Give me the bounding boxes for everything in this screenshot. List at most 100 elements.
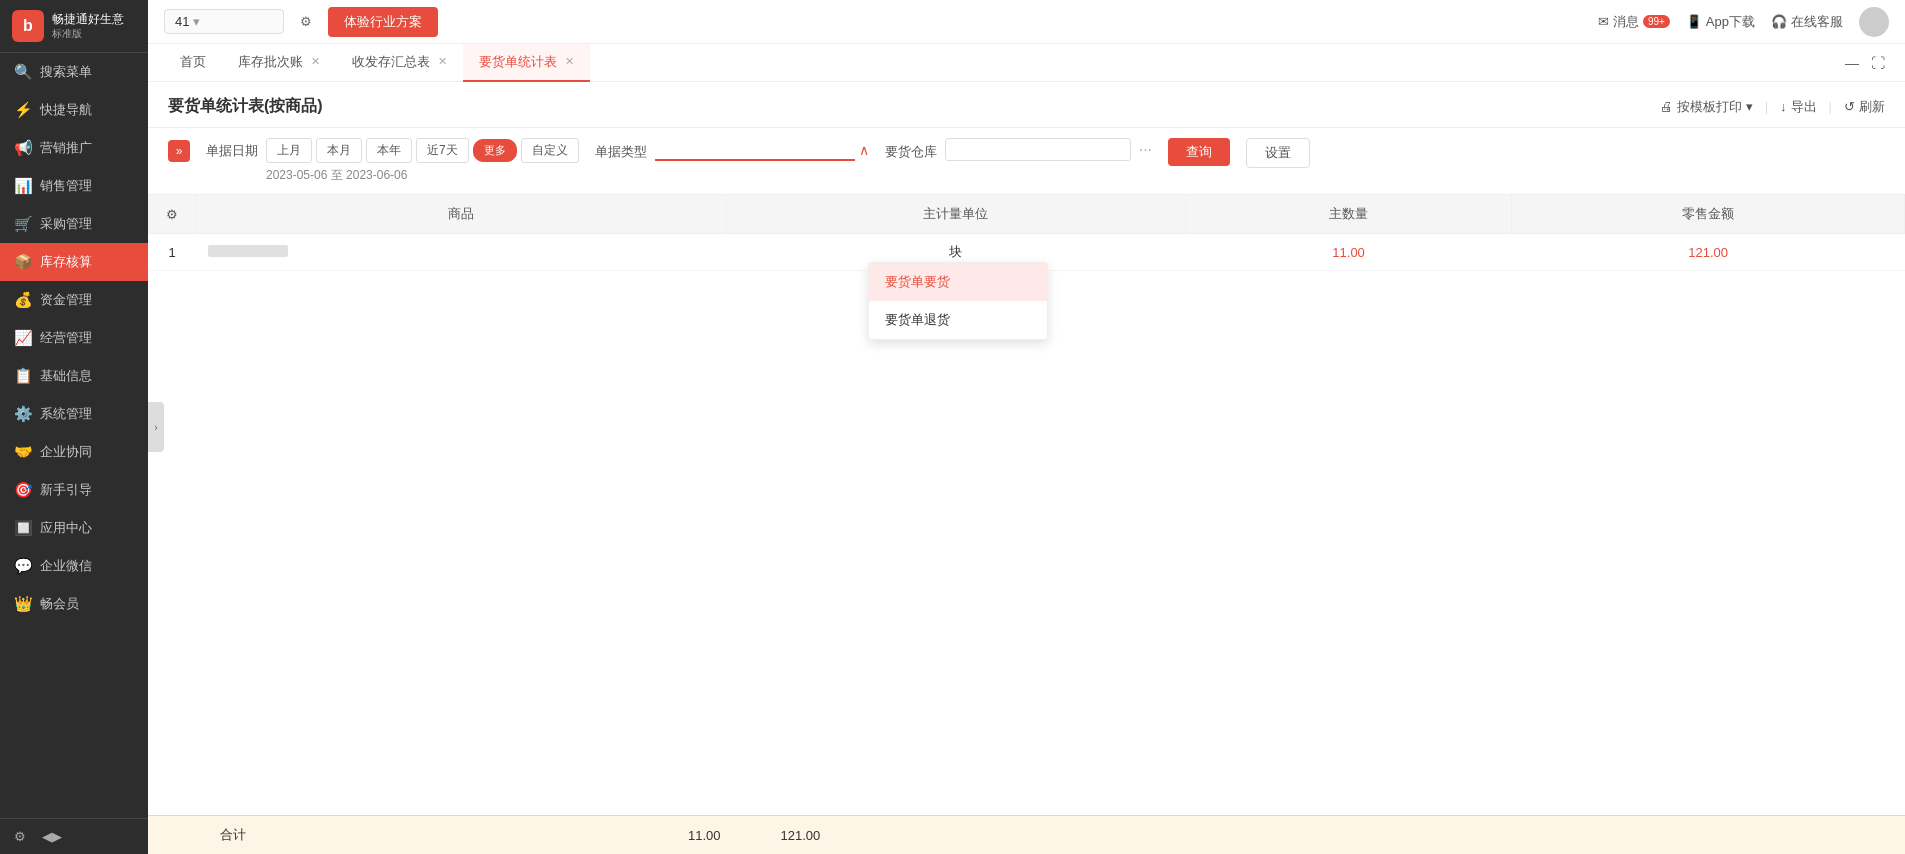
app-logo-icon: b xyxy=(12,10,44,42)
tab-order-stats-close[interactable]: ✕ xyxy=(565,55,574,68)
filter-warehouse-group: 要货仓库 ··· xyxy=(885,138,1152,161)
tab-home-label: 首页 xyxy=(180,53,206,71)
footer-quantity: 11.00 xyxy=(658,828,751,843)
sidebar-item-搜索菜单[interactable]: 🔍搜索菜单 xyxy=(0,53,148,91)
tab-inventory-batch[interactable]: 库存批次账 ✕ xyxy=(222,44,336,82)
sidebar-item-基础信息[interactable]: 📋基础信息 xyxy=(0,357,148,395)
service-icon: 🎧 xyxy=(1771,14,1787,29)
tab-minimize-btn[interactable]: — xyxy=(1841,51,1863,75)
tab-home[interactable]: 首页 xyxy=(164,44,222,82)
sidebar-item-经营管理[interactable]: 📈经营管理 xyxy=(0,319,148,357)
filter-date-group: 单据日期 上月 本月 本年 近7天 更多 自定义 2023-05-06 至 20… xyxy=(206,138,579,184)
download-icon: 📱 xyxy=(1686,14,1702,29)
topbar-gear-btn[interactable]: ⚙ xyxy=(292,8,320,36)
nav-icon: ⚡ xyxy=(14,101,32,119)
date-btn-more[interactable]: 更多 xyxy=(473,139,517,162)
row-product xyxy=(196,234,726,271)
nav-icon: 🎯 xyxy=(14,481,32,499)
sidebar-item-销售管理[interactable]: 📊销售管理 xyxy=(0,167,148,205)
nav-label: 畅会员 xyxy=(40,595,79,613)
filter-type-group: 单据类型 ∧ xyxy=(595,138,869,161)
sidebar-logo: b 畅捷通好生意 标准版 xyxy=(0,0,148,53)
filter-warehouse-input[interactable] xyxy=(945,138,1131,161)
sidebar-item-营销推广[interactable]: 📢营销推广 xyxy=(0,129,148,167)
nav-icon: 🔲 xyxy=(14,519,32,537)
dropdown-item-0[interactable]: 要货单要货 xyxy=(869,263,1047,301)
print-icon: 🖨 xyxy=(1660,99,1673,114)
tab-receipt-summary-close[interactable]: ✕ xyxy=(438,55,447,68)
online-service-btn[interactable]: 🎧 在线客服 xyxy=(1771,13,1843,31)
topbar-left: 41 ▾ ⚙ 体验行业方案 xyxy=(164,7,1586,37)
filter-settings-button[interactable]: 设置 xyxy=(1246,138,1310,168)
date-btn-this-year[interactable]: 本年 xyxy=(366,138,412,163)
user-avatar[interactable] xyxy=(1859,7,1889,37)
filter-bar: » 单据日期 上月 本月 本年 近7天 更多 自定义 2023-05-06 至 … xyxy=(148,128,1905,195)
messages-btn[interactable]: ✉ 消息 99+ xyxy=(1598,13,1670,31)
print-btn[interactable]: 🖨 按模板打印 ▾ xyxy=(1660,98,1753,116)
store-selector[interactable]: 41 ▾ xyxy=(164,9,284,34)
col-settings-icon: ⚙ xyxy=(166,207,178,222)
type-dropdown: 要货单要货 要货单退货 xyxy=(868,262,1048,340)
filter-more-dots-icon[interactable]: ··· xyxy=(1139,141,1152,159)
sidebar-item-企业微信[interactable]: 💬企业微信 xyxy=(0,547,148,585)
nav-label: 企业协同 xyxy=(40,443,92,461)
nav-icon: 🛒 xyxy=(14,215,32,233)
sidebar-item-企业协同[interactable]: 🤝企业协同 xyxy=(0,433,148,471)
nav-icon: 📦 xyxy=(14,253,32,271)
footer-amount: 121.00 xyxy=(751,828,851,843)
settings-icon[interactable]: ⚙ xyxy=(14,829,26,844)
date-btn-7days[interactable]: 近7天 xyxy=(416,138,469,163)
print-chevron-icon: ▾ xyxy=(1746,99,1753,114)
nav-label: 销售管理 xyxy=(40,177,92,195)
tabs-bar: 首页 库存批次账 ✕ 收发存汇总表 ✕ 要货单统计表 ✕ — ⛶ xyxy=(148,44,1905,82)
page-actions: 🖨 按模板打印 ▾ | ↓ 导出 | ↺ 刷新 xyxy=(1660,98,1885,116)
date-btn-last-month[interactable]: 上月 xyxy=(266,138,312,163)
filter-type-label: 单据类型 xyxy=(595,139,647,161)
topbar-right: ✉ 消息 99+ 📱 App下载 🎧 在线客服 xyxy=(1598,7,1889,37)
date-btn-custom[interactable]: 自定义 xyxy=(521,138,579,163)
sidebar-toggle-btn[interactable]: › xyxy=(148,402,164,452)
sidebar-item-系统管理[interactable]: ⚙️系统管理 xyxy=(0,395,148,433)
export-btn[interactable]: ↓ 导出 xyxy=(1780,98,1817,116)
app-download-btn[interactable]: 📱 App下载 xyxy=(1686,13,1755,31)
sidebar-item-快捷导航[interactable]: ⚡ 快捷导航 xyxy=(0,91,148,129)
filter-type-input-wrap: ∧ xyxy=(655,138,869,161)
nav-label: 快捷导航 xyxy=(40,101,92,119)
tab-receipt-summary[interactable]: 收发存汇总表 ✕ xyxy=(336,44,463,82)
sidebar-item-畅会员[interactable]: 👑畅会员 xyxy=(0,585,148,623)
date-btn-this-month[interactable]: 本月 xyxy=(316,138,362,163)
sidebar-item-采购管理[interactable]: 🛒采购管理 xyxy=(0,205,148,243)
filter-warehouse-label: 要货仓库 xyxy=(885,139,937,161)
filter-type-input[interactable] xyxy=(655,138,855,161)
filter-type-arrow-icon[interactable]: ∧ xyxy=(859,142,869,158)
tab-inventory-batch-close[interactable]: ✕ xyxy=(311,55,320,68)
tab-maximize-btn[interactable]: ⛶ xyxy=(1867,51,1889,75)
nav-label: 新手引导 xyxy=(40,481,92,499)
refresh-btn[interactable]: ↺ 刷新 xyxy=(1844,98,1885,116)
dropdown-item-1[interactable]: 要货单退货 xyxy=(869,301,1047,339)
topbar: 41 ▾ ⚙ 体验行业方案 ✉ 消息 99+ 📱 App下载 🎧 在线客服 xyxy=(148,0,1905,44)
tab-order-stats[interactable]: 要货单统计表 ✕ xyxy=(463,44,590,82)
row-quantity: 11.00 xyxy=(1185,234,1511,271)
nav-label: 应用中心 xyxy=(40,519,92,537)
nav-icon: ⚙️ xyxy=(14,405,32,423)
app-badge: 标准版 xyxy=(52,27,124,41)
footer-label: 合计 xyxy=(208,826,258,844)
sidebar-item-新手引导[interactable]: 🎯 新手引导 xyxy=(0,471,148,509)
sidebar-item-应用中心[interactable]: 🔲 应用中心 xyxy=(0,509,148,547)
col-settings[interactable]: ⚙ xyxy=(148,195,196,234)
sidebar-item-库存核算[interactable]: 📦库存核算 xyxy=(0,243,148,281)
filter-expand-btn[interactable]: » xyxy=(168,140,190,162)
date-range-display: 2023-05-06 至 2023-06-06 xyxy=(266,167,579,184)
nav-icon: 💰 xyxy=(14,291,32,309)
nav-label: 企业微信 xyxy=(40,557,92,575)
col-amount: 零售金额 xyxy=(1512,195,1905,234)
page-title: 要货单统计表(按商品) xyxy=(168,96,323,117)
query-button[interactable]: 查询 xyxy=(1168,138,1230,166)
col-product: 商品 xyxy=(196,195,726,234)
promo-button[interactable]: 体验行业方案 xyxy=(328,7,438,37)
sidebar-item-资金管理[interactable]: 💰资金管理 xyxy=(0,281,148,319)
sidebar-collapse-btn[interactable]: ◀▶ xyxy=(42,829,62,844)
sidebar: b 畅捷通好生意 标准版 🔍搜索菜单 ⚡ 快捷导航 📢营销推广📊销售管理🛒采购管理📦库… xyxy=(0,0,148,854)
nav-icon: 🔍 xyxy=(14,63,32,81)
